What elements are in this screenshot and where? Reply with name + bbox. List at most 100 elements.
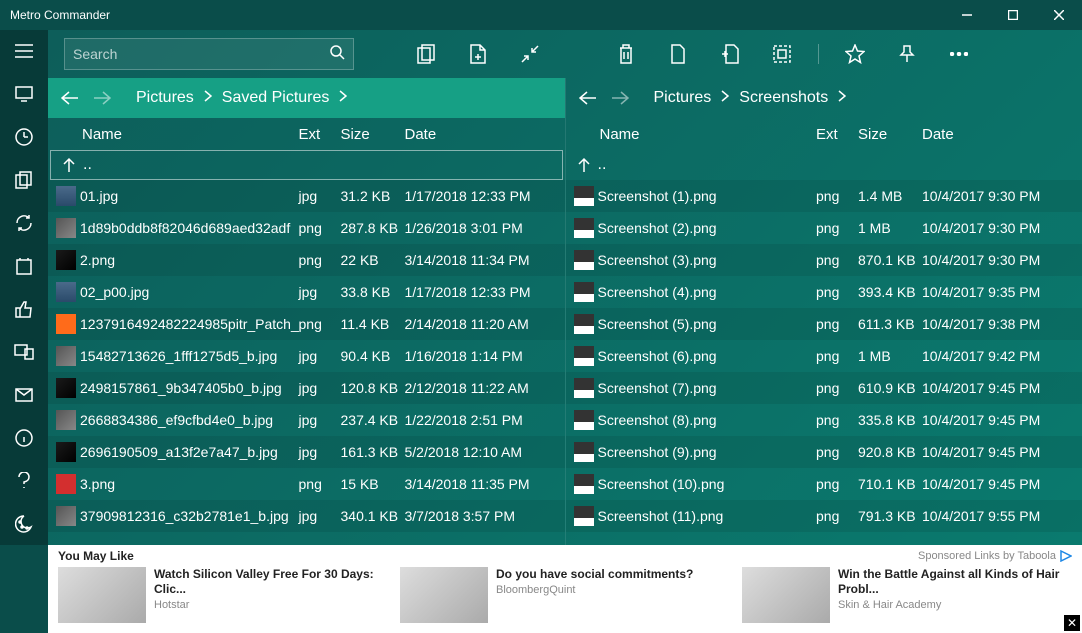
file-date: 10/4/2017 9:42 PM [922, 348, 1074, 364]
header-date[interactable]: Date [405, 126, 557, 143]
file-row[interactable]: Screenshot (3).pngpng870.1 KB10/4/2017 9… [566, 244, 1082, 276]
file-thumbnail [56, 506, 76, 526]
minimize-button[interactable] [944, 0, 990, 30]
breadcrumb-segment[interactable]: Pictures [650, 89, 716, 107]
file-button[interactable] [654, 30, 702, 78]
file-row[interactable]: 2696190509_a13f2e7a47_b.jpgjpg161.3 KB5/… [48, 436, 565, 468]
file-thumbnail [574, 378, 594, 398]
file-row[interactable]: Screenshot (4).pngpng393.4 KB10/4/2017 9… [566, 276, 1082, 308]
file-thumbnail [56, 442, 76, 462]
search-input[interactable] [73, 46, 329, 62]
search-box[interactable] [64, 38, 354, 70]
file-row[interactable]: 1237916492482224985pitr_Patch_ipng11.4 K… [48, 308, 565, 340]
mail-icon[interactable] [0, 373, 48, 416]
file-size: 610.9 KB [858, 380, 922, 396]
ad-close-button[interactable]: ✕ [1064, 615, 1080, 631]
refresh-icon[interactable] [0, 202, 48, 245]
copy-icon[interactable] [0, 159, 48, 202]
help-icon[interactable] [0, 459, 48, 502]
monitor-icon[interactable] [0, 73, 48, 116]
ad-title: Win the Battle Against all Kinds of Hair… [838, 567, 1072, 597]
file-date: 1/16/2018 1:14 PM [405, 348, 557, 364]
file-row[interactable]: Screenshot (9).pngpng920.8 KB10/4/2017 9… [566, 436, 1082, 468]
file-thumbnail [574, 474, 594, 494]
delete-button[interactable] [602, 30, 650, 78]
file-row[interactable]: Screenshot (8).pngpng335.8 KB10/4/2017 9… [566, 404, 1082, 436]
file-row[interactable]: Screenshot (10).pngpng710.1 KB10/4/2017 … [566, 468, 1082, 500]
ad-source: Hotstar [154, 599, 388, 613]
file-row[interactable]: Screenshot (7).pngpng610.9 KB10/4/2017 9… [566, 372, 1082, 404]
file-ext: jpg [299, 412, 341, 428]
header-name[interactable]: Name [80, 126, 299, 143]
close-button[interactable] [1036, 0, 1082, 30]
maximize-button[interactable] [990, 0, 1036, 30]
favorite-button[interactable] [831, 30, 879, 78]
file-row[interactable]: 37909812316_c32b2781e1_b.jpgjpg340.1 KB3… [48, 500, 565, 532]
file-list[interactable]: 01.jpgjpg31.2 KB1/17/2018 12:33 PM1d89b0… [48, 180, 565, 545]
header-size[interactable]: Size [858, 126, 922, 143]
up-row[interactable]: .. [566, 150, 1082, 180]
header-date[interactable]: Date [922, 126, 1074, 143]
file-row[interactable]: Screenshot (6).pngpng1 MB10/4/2017 9:42 … [566, 340, 1082, 372]
chevron-right-icon [836, 89, 848, 107]
copy-button[interactable] [402, 30, 450, 78]
sidebar [0, 30, 48, 545]
file-date: 2/12/2018 11:22 AM [405, 380, 557, 396]
file-row[interactable]: 02_p00.jpgjpg33.8 KB1/17/2018 12:33 PM [48, 276, 565, 308]
file-ext: png [816, 348, 858, 364]
file-row[interactable]: Screenshot (1).pngpng1.4 MB10/4/2017 9:3… [566, 180, 1082, 212]
ad-item[interactable]: Win the Battle Against all Kinds of Hair… [742, 567, 1072, 627]
header-ext[interactable]: Ext [299, 126, 341, 143]
more-button[interactable] [935, 30, 983, 78]
forward-button[interactable] [606, 84, 634, 112]
clock-icon[interactable] [0, 116, 48, 159]
file-row[interactable]: 2668834386_ef9cfbd4e0_b.jpgjpg237.4 KB1/… [48, 404, 565, 436]
breadcrumb-segment[interactable]: Screenshots [735, 89, 832, 107]
chevron-right-icon [337, 89, 349, 107]
back-button[interactable] [574, 84, 602, 112]
file-row[interactable]: Screenshot (2).pngpng1 MB10/4/2017 9:30 … [566, 212, 1082, 244]
ad-item[interactable]: Do you have social commitments?Bloomberg… [400, 567, 730, 627]
new-file-button[interactable] [454, 30, 502, 78]
file-row[interactable]: Screenshot (5).pngpng611.3 KB10/4/2017 9… [566, 308, 1082, 340]
file-row[interactable]: Screenshot (11).pngpng791.3 KB10/4/2017 … [566, 500, 1082, 532]
ad-item[interactable]: Watch Silicon Valley Free For 30 Days: C… [58, 567, 388, 627]
header-name[interactable]: Name [598, 126, 817, 143]
up-row[interactable]: .. [50, 150, 563, 180]
file-date: 1/22/2018 2:51 PM [405, 412, 557, 428]
file-row[interactable]: 15482713626_1fff1275d5_b.jpgjpg90.4 KB1/… [48, 340, 565, 372]
file-name: Screenshot (10).png [598, 476, 817, 492]
breadcrumb-segment[interactable]: Saved Pictures [218, 89, 334, 107]
file-ext: jpg [299, 284, 341, 300]
header-ext[interactable]: Ext [816, 126, 858, 143]
file-ext: png [816, 412, 858, 428]
menu-button[interactable] [0, 30, 48, 73]
ad-source: BloombergQuint [496, 584, 693, 598]
file-row[interactable]: 2498157861_9b347405b0_b.jpgjpg120.8 KB2/… [48, 372, 565, 404]
ad-bar: You May Like Sponsored Links by Taboola … [48, 545, 1082, 633]
archive-icon[interactable] [0, 245, 48, 288]
file-ext: png [816, 316, 858, 332]
compress-button[interactable] [506, 30, 554, 78]
file-row[interactable]: 2.pngpng22 KB3/14/2018 11:34 PM [48, 244, 565, 276]
file-name: Screenshot (9).png [598, 444, 817, 460]
file-list[interactable]: Screenshot (1).pngpng1.4 MB10/4/2017 9:3… [566, 180, 1082, 545]
ad-sponsored[interactable]: Sponsored Links by Taboola [918, 549, 1072, 563]
file-date: 1/17/2018 12:33 PM [405, 284, 557, 300]
thumbs-up-icon[interactable] [0, 288, 48, 331]
ad-image [58, 567, 146, 623]
add-file-button[interactable] [706, 30, 754, 78]
select-button[interactable] [758, 30, 806, 78]
header-size[interactable]: Size [341, 126, 405, 143]
file-row[interactable]: 3.pngpng15 KB3/14/2018 11:35 PM [48, 468, 565, 500]
file-row[interactable]: 1d89b0ddb8f82046d689aed32adfpng287.8 KB1… [48, 212, 565, 244]
pin-button[interactable] [883, 30, 931, 78]
forward-button[interactable] [88, 84, 116, 112]
breadcrumb-segment[interactable]: Pictures [132, 89, 198, 107]
back-button[interactable] [56, 84, 84, 112]
file-thumbnail [56, 250, 76, 270]
file-row[interactable]: 01.jpgjpg31.2 KB1/17/2018 12:33 PM [48, 180, 565, 212]
theme-icon[interactable] [0, 502, 48, 545]
devices-icon[interactable] [0, 330, 48, 373]
info-icon[interactable] [0, 416, 48, 459]
